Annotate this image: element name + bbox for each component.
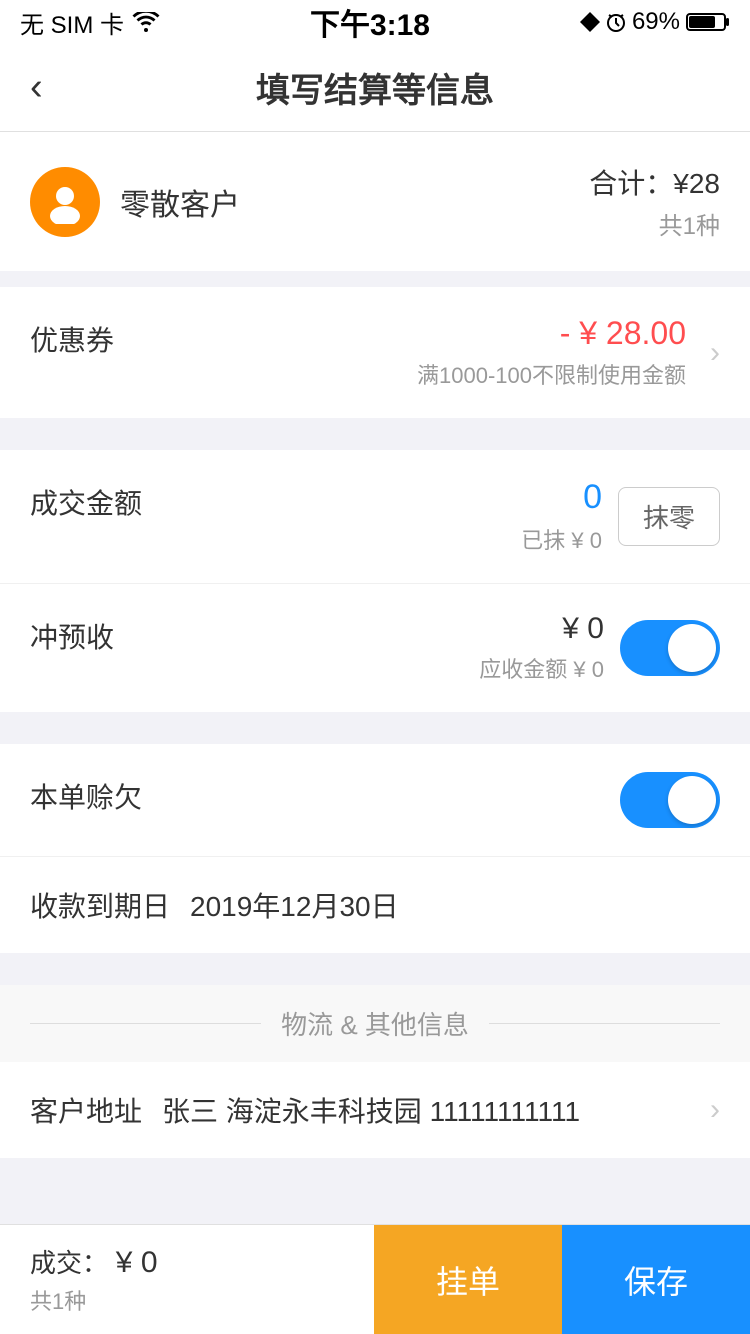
coupon-row[interactable]: 优惠券 - ¥ 28.00 满1000-100不限制使用金额 ›	[0, 287, 750, 418]
prepay-row: 冲预收 ¥ 0 应收金额 ¥ 0	[0, 584, 750, 712]
prepay-label: 冲预收	[30, 612, 114, 656]
prepay-receivable: 应收金额 ¥ 0	[479, 652, 604, 684]
address-value: 张三 海淀永丰科技园 11111111111	[162, 1090, 702, 1130]
toggle-knob	[668, 624, 716, 672]
page-title: 填写结算等信息	[256, 63, 494, 112]
address-chevron-icon: ›	[710, 1093, 720, 1127]
divider-right	[489, 1023, 720, 1024]
logistics-title: 物流 & 其他信息	[281, 1005, 469, 1042]
bottom-deal-count: 共1种	[30, 1284, 344, 1316]
wifi-icon	[132, 12, 160, 32]
debit-section: 本单赊欠 收款到期日 2019年12月30日	[0, 744, 750, 953]
due-date-row: 收款到期日 2019年12月30日	[0, 857, 750, 953]
prepay-toggle[interactable]	[620, 620, 720, 676]
logistics-header: 物流 & 其他信息	[0, 985, 750, 1062]
debit-row: 本单赊欠	[0, 744, 750, 857]
coupon-label: 优惠券	[30, 315, 114, 359]
battery-icon	[686, 11, 730, 33]
chevron-right-icon: ›	[710, 336, 720, 370]
address-row[interactable]: 客户地址 张三 海淀永丰科技园 11111111111 ›	[0, 1062, 750, 1158]
customer-avatar	[30, 167, 100, 237]
battery-percent: 69%	[632, 8, 680, 36]
bottom-deal-amount: ¥ 0	[116, 1246, 158, 1279]
status-time: 下午3:18	[310, 0, 430, 44]
prepay-amount: ¥ 0	[479, 612, 604, 646]
section-divider-3	[0, 969, 750, 985]
status-left: 无 SIM 卡	[20, 5, 160, 40]
no-sim-text: 无 SIM 卡	[20, 5, 124, 40]
divider-left	[30, 1023, 261, 1024]
deal-section: 成交金额 0 已抹 ¥ 0 抹零 冲预收 ¥ 0 应收金额 ¥ 0	[0, 450, 750, 712]
coupon-section: 优惠券 - ¥ 28.00 满1000-100不限制使用金额 ›	[0, 287, 750, 418]
status-bar: 无 SIM 卡 下午3:18 69%	[0, 0, 750, 44]
debit-label: 本单赊欠	[30, 772, 142, 816]
deal-amount-label: 成交金额	[30, 478, 142, 522]
deal-amount-value: 0	[521, 478, 602, 517]
status-right: 69%	[580, 8, 730, 36]
customer-total: 合计：¥28	[589, 162, 720, 202]
main-content: 零散客户 合计：¥28 共1种 优惠券 - ¥ 28.00 满1000-100不…	[0, 132, 750, 1294]
bottom-deal-label: 成交：	[30, 1248, 108, 1278]
deal-subtracted: 已抹 ¥ 0	[521, 523, 602, 555]
back-button[interactable]: ‹	[30, 66, 43, 109]
nav-bar: ‹ 填写结算等信息	[0, 44, 750, 132]
pending-button[interactable]: 挂单	[374, 1225, 562, 1334]
bottom-info: 成交： ¥ 0 共1种	[0, 1243, 374, 1316]
deal-amount-row: 成交金额 0 已抹 ¥ 0 抹零	[0, 450, 750, 584]
bottom-bar: 成交： ¥ 0 共1种 挂单 保存	[0, 1224, 750, 1334]
customer-count: 共1种	[589, 206, 720, 241]
address-label: 客户地址	[30, 1090, 142, 1130]
customer-row[interactable]: 零散客户 合计：¥28 共1种	[0, 132, 750, 271]
round-zero-button[interactable]: 抹零	[618, 487, 720, 546]
alarm-icon	[606, 12, 626, 32]
debit-toggle-knob	[668, 776, 716, 824]
debit-toggle[interactable]	[620, 772, 720, 828]
section-divider-2	[0, 728, 750, 744]
due-date-label: 收款到期日	[30, 885, 170, 925]
save-button[interactable]: 保存	[562, 1225, 750, 1334]
location-icon	[580, 12, 600, 32]
customer-name: 零散客户	[120, 180, 240, 224]
coupon-amount: - ¥ 28.00	[417, 315, 686, 352]
section-divider-1	[0, 434, 750, 450]
coupon-desc: 满1000-100不限制使用金额	[417, 358, 686, 390]
due-date-value: 2019年12月30日	[190, 885, 399, 925]
logistics-card: 物流 & 其他信息 客户地址 张三 海淀永丰科技园 11111111111 ›	[0, 985, 750, 1158]
